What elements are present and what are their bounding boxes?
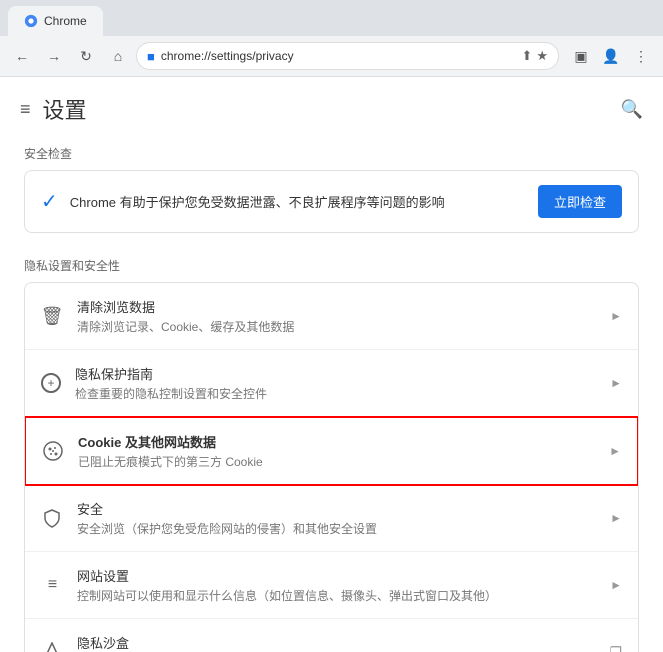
back-button[interactable]: ← xyxy=(8,42,36,70)
settings-header: ≡ 设置 🔍 xyxy=(0,77,663,133)
guide-icon: + xyxy=(41,373,61,393)
item-title: 隐私沙盒 xyxy=(77,633,595,652)
item-subtitle: 控制网站可以使用和显示什么信息（如位置信息、摄像头、弹出式窗口及其他） xyxy=(77,587,596,604)
item-subtitle: 检查重要的隐私控制设置和安全控件 xyxy=(75,385,596,402)
chevron-icon: ► xyxy=(610,309,622,323)
chevron-icon: ► xyxy=(609,444,621,458)
trash-icon: 🗑 xyxy=(41,305,63,327)
page-content: ≡ 设置 🔍 安全检查 ✓ Chrome 有助于保护您免受数据泄露、不良扩展程序… xyxy=(0,77,663,652)
item-title: 清除浏览数据 xyxy=(77,297,596,316)
reload-button[interactable]: ↻ xyxy=(72,42,100,70)
item-subtitle: 清除浏览记录、Cookie、缓存及其他数据 xyxy=(77,318,596,335)
list-item-security[interactable]: 安全 安全浏览（保护您免受危险网站的侵害）和其他安全设置 ► xyxy=(25,485,638,552)
list-item-privacy-sandbox[interactable]: 隐私沙盒 试用版功能已开启 ❐ xyxy=(25,619,638,652)
item-title: 网站设置 xyxy=(77,566,596,585)
check-now-button[interactable]: 立即检查 xyxy=(538,185,622,218)
privacy-card: 🗑 清除浏览数据 清除浏览记录、Cookie、缓存及其他数据 ► + 隐私保护指… xyxy=(24,282,639,652)
chevron-icon: ► xyxy=(610,511,622,525)
search-icon[interactable]: 🔍 xyxy=(621,99,643,120)
lock-icon: ■ xyxy=(147,49,155,64)
list-item-clear-browsing[interactable]: 🗑 清除浏览数据 清除浏览记录、Cookie、缓存及其他数据 ► xyxy=(25,283,638,350)
item-content-security: 安全 安全浏览（保护您免受危险网站的侵害）和其他安全设置 xyxy=(77,499,596,537)
privacy-section-label: 隐私设置和安全性 xyxy=(24,257,639,274)
item-subtitle: 已阻止无痕模式下的第三方 Cookie xyxy=(78,453,595,470)
more-button[interactable]: ⋮ xyxy=(627,42,655,70)
item-content-privacy-sandbox: 隐私沙盒 试用版功能已开启 xyxy=(77,633,595,652)
item-subtitle: 安全浏览（保护您免受危险网站的侵害）和其他安全设置 xyxy=(77,520,596,537)
home-button[interactable]: ⌂ xyxy=(104,42,132,70)
browser-chrome: Chrome ← → ↻ ⌂ ■ chrome://settings/priva… xyxy=(0,0,663,77)
tab-bar: Chrome xyxy=(0,0,663,36)
privacy-section: 隐私设置和安全性 🗑 清除浏览数据 清除浏览记录、Cookie、缓存及其他数据 … xyxy=(0,245,663,652)
toolbar-icons: ▣ 👤 ⋮ xyxy=(567,42,655,70)
shield-icon: ✓ xyxy=(41,189,58,214)
chevron-icon: ► xyxy=(610,578,622,592)
item-content-site-settings: 网站设置 控制网站可以使用和显示什么信息（如位置信息、摄像头、弹出式窗口及其他） xyxy=(77,566,596,604)
site-settings-icon: ≡ xyxy=(41,574,63,596)
url-text: chrome://settings/privacy xyxy=(161,49,516,63)
safety-text: Chrome 有助于保护您免受数据泄露、不良扩展程序等问题的影响 xyxy=(70,192,526,211)
address-icons: ⬆ ★ xyxy=(521,48,548,64)
page-title: 设置 xyxy=(43,93,87,125)
safety-check-card: ✓ Chrome 有助于保护您免受数据泄露、不良扩展程序等问题的影响 立即检查 xyxy=(24,170,639,233)
bookmark-icon[interactable]: ★ xyxy=(536,48,548,64)
safety-check-label: 安全检查 xyxy=(24,145,639,162)
list-item-cookies[interactable]: Cookie 及其他网站数据 已阻止无痕模式下的第三方 Cookie ► xyxy=(24,416,639,486)
sandbox-icon xyxy=(41,641,63,652)
item-content-privacy-guide: 隐私保护指南 检查重要的隐私控制设置和安全控件 xyxy=(75,364,596,402)
item-title: Cookie 及其他网站数据 xyxy=(78,432,595,451)
security-icon xyxy=(41,507,63,529)
item-content-cookies: Cookie 及其他网站数据 已阻止无痕模式下的第三方 Cookie xyxy=(78,432,595,470)
list-item-site-settings[interactable]: ≡ 网站设置 控制网站可以使用和显示什么信息（如位置信息、摄像头、弹出式窗口及其… xyxy=(25,552,638,619)
item-title: 隐私保护指南 xyxy=(75,364,596,383)
item-content-clear-browsing: 清除浏览数据 清除浏览记录、Cookie、缓存及其他数据 xyxy=(77,297,596,335)
nav-bar: ← → ↻ ⌂ ■ chrome://settings/privacy ⬆ ★ … xyxy=(0,36,663,76)
item-title: 安全 xyxy=(77,499,596,518)
forward-button[interactable]: → xyxy=(40,42,68,70)
cookie-icon xyxy=(42,440,64,462)
menu-icon[interactable]: ≡ xyxy=(20,99,31,120)
list-item-privacy-guide[interactable]: + 隐私保护指南 检查重要的隐私控制设置和安全控件 ► xyxy=(25,350,638,417)
safety-card-content: ✓ Chrome 有助于保护您免受数据泄露、不良扩展程序等问题的影响 立即检查 xyxy=(25,171,638,232)
address-bar[interactable]: ■ chrome://settings/privacy ⬆ ★ xyxy=(136,42,559,70)
tab-strip-button[interactable]: ▣ xyxy=(567,42,595,70)
chrome-tab-icon xyxy=(24,14,38,28)
active-tab[interactable]: Chrome xyxy=(8,6,103,36)
safety-check-section: 安全检查 ✓ Chrome 有助于保护您免受数据泄露、不良扩展程序等问题的影响 … xyxy=(0,133,663,245)
share-icon[interactable]: ⬆ xyxy=(521,48,532,64)
profile-button[interactable]: 👤 xyxy=(597,42,625,70)
tab-title: Chrome xyxy=(44,14,87,28)
chevron-icon: ► xyxy=(610,376,622,390)
